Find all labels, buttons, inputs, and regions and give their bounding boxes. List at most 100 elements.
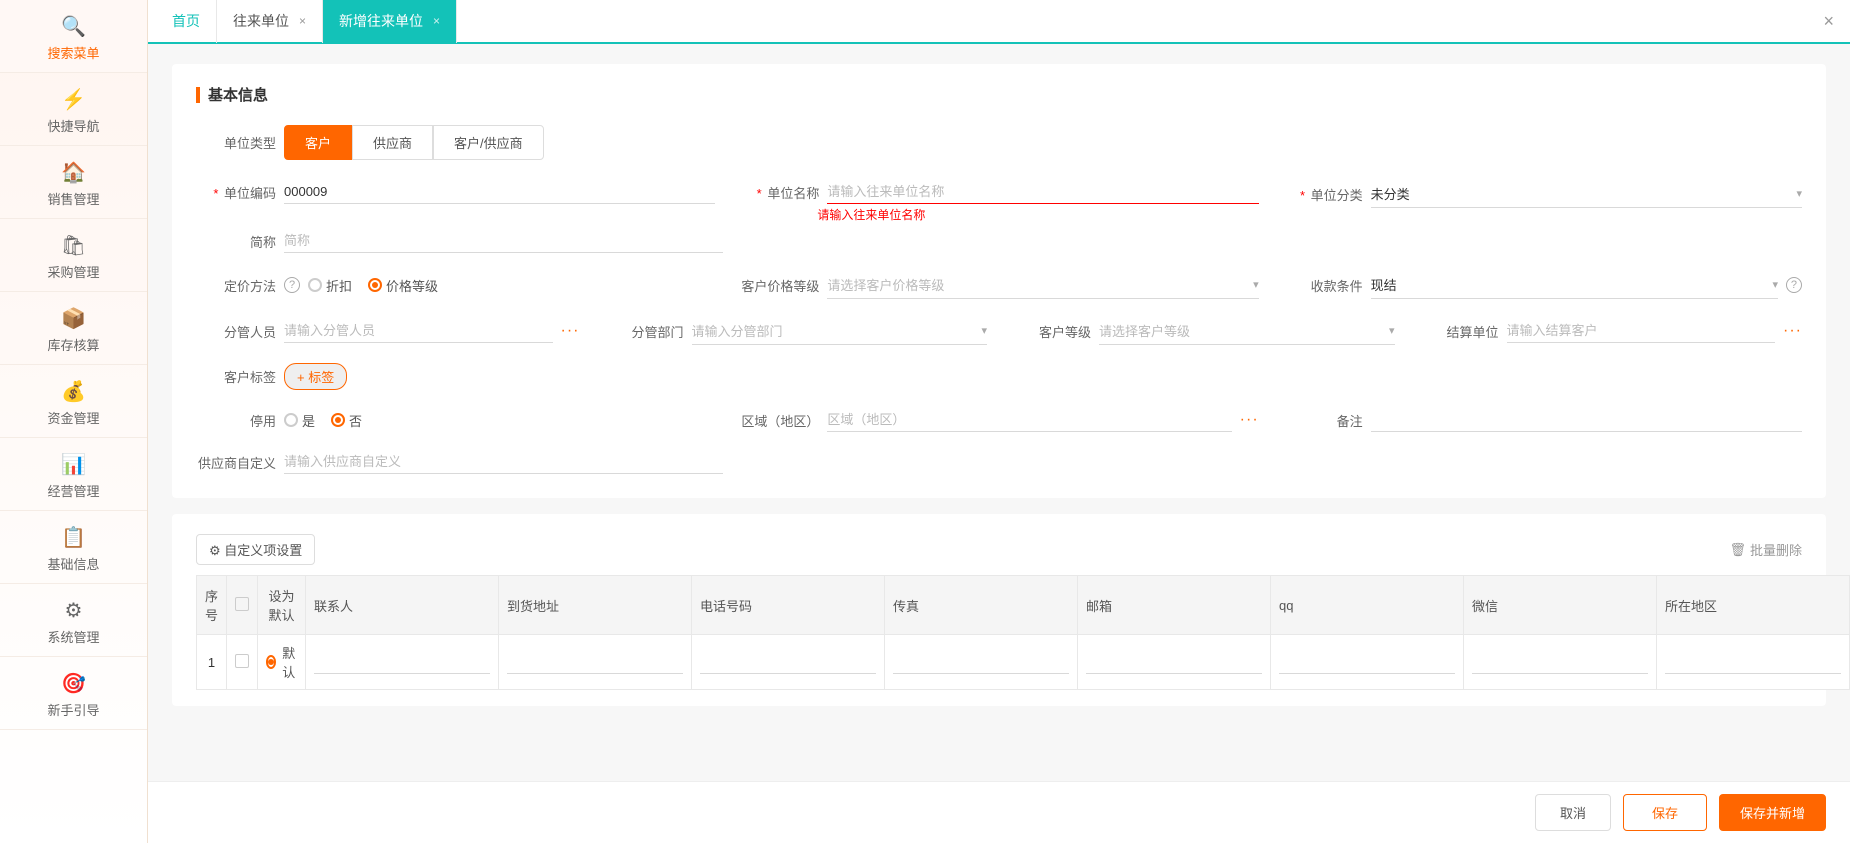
pricing-method-help-icon[interactable]: ? bbox=[284, 277, 300, 293]
supplier-custom-input[interactable] bbox=[284, 450, 723, 474]
sidebar-item-inventory[interactable]: 📦 库存核算 bbox=[0, 292, 147, 365]
batch-delete-icon: 🗑 bbox=[1729, 542, 1746, 558]
contact-input[interactable] bbox=[314, 650, 490, 674]
tab-partners-close[interactable]: × bbox=[299, 14, 306, 28]
save-button[interactable]: 保存 bbox=[1623, 794, 1707, 831]
radio-discount[interactable]: 折扣 bbox=[308, 276, 352, 295]
address-input[interactable] bbox=[507, 650, 683, 674]
region-more-button[interactable]: ··· bbox=[1240, 411, 1259, 429]
sidebar-item-system[interactable]: ⚙ 系统管理 bbox=[0, 584, 147, 657]
manager-input[interactable] bbox=[284, 319, 553, 343]
operations-icon: 📊 bbox=[61, 452, 86, 477]
chevron-down-icon-4: ▾ bbox=[981, 324, 987, 337]
tab-partners[interactable]: 往来单位 × bbox=[217, 0, 323, 43]
settlement-unit-field: 结算单位 ··· bbox=[1419, 319, 1803, 343]
sidebar-item-sales[interactable]: 🏠 销售管理 bbox=[0, 146, 147, 219]
unit-category-select[interactable]: 未分类 ▾ bbox=[1371, 180, 1802, 208]
chevron-down-icon-5: ▾ bbox=[1389, 324, 1395, 337]
unit-name-error: 请输入往来单位名称 bbox=[817, 206, 1258, 223]
radio-yes-label: 是 bbox=[302, 411, 315, 430]
payment-terms-select[interactable]: 现结 ▾ bbox=[1371, 271, 1778, 299]
col-address: 到货地址 bbox=[499, 576, 692, 635]
department-select[interactable]: 请输入分管部门 ▾ bbox=[692, 317, 988, 345]
row-checkbox[interactable] bbox=[235, 654, 249, 668]
save-and-new-button[interactable]: 保存并新增 bbox=[1719, 794, 1826, 831]
bottom-bar: 取消 保存 保存并新增 bbox=[148, 781, 1850, 843]
settlement-unit-input[interactable] bbox=[1507, 319, 1776, 343]
batch-delete-label: 批量删除 bbox=[1750, 540, 1802, 559]
unit-name-field: * 单位名称 请输入往来单位名称 bbox=[739, 180, 1258, 223]
sidebar-item-search[interactable]: 🔍 搜索菜单 bbox=[0, 0, 147, 73]
cancel-button[interactable]: 取消 bbox=[1535, 794, 1611, 831]
radio-yes[interactable]: 是 bbox=[284, 411, 315, 430]
batch-delete-button[interactable]: 🗑 批量删除 bbox=[1729, 534, 1802, 565]
sales-icon: 🏠 bbox=[61, 160, 86, 185]
payment-terms-help-icon[interactable]: ? bbox=[1786, 277, 1802, 293]
cell-email bbox=[1078, 635, 1271, 690]
row-region-input[interactable] bbox=[1665, 650, 1841, 674]
disabled-label: 停用 bbox=[196, 411, 276, 430]
unit-type-label: 单位类型 bbox=[196, 133, 276, 152]
customer-level-select[interactable]: 请选择客户等级 ▾ bbox=[1099, 317, 1395, 345]
fax-input[interactable] bbox=[893, 650, 1069, 674]
type-btn-supplier[interactable]: 供应商 bbox=[352, 125, 433, 160]
radio-discount-circle bbox=[308, 278, 322, 292]
sidebar-item-finance[interactable]: 💰 资金管理 bbox=[0, 365, 147, 438]
qq-input[interactable] bbox=[1279, 650, 1455, 674]
row-default-radio[interactable]: 默认 bbox=[266, 643, 297, 681]
customize-button[interactable]: ⚙ 自定义项设置 bbox=[196, 534, 315, 565]
cell-address bbox=[499, 635, 692, 690]
close-all-tabs-button[interactable]: × bbox=[1815, 11, 1842, 32]
department-field: 分管部门 请输入分管部门 ▾ bbox=[604, 317, 988, 345]
wechat-input[interactable] bbox=[1472, 650, 1648, 674]
tab-home-label: 首页 bbox=[172, 11, 200, 31]
search-icon: 🔍 bbox=[61, 14, 86, 39]
select-all-checkbox[interactable] bbox=[235, 597, 249, 611]
guide-icon: 🎯 bbox=[61, 671, 86, 696]
sidebar-label-guide: 新手引导 bbox=[47, 700, 99, 719]
sidebar-item-operations[interactable]: 📊 经营管理 bbox=[0, 438, 147, 511]
remark-field: 备注 bbox=[1283, 408, 1802, 432]
contact-table-section: ⚙ 自定义项设置 🗑 批量删除 序号 设为默认 联系人 到货地址 bbox=[172, 514, 1826, 706]
remark-input[interactable] bbox=[1371, 408, 1802, 432]
region-input[interactable] bbox=[827, 408, 1231, 432]
manager-more-button[interactable]: ··· bbox=[561, 322, 580, 340]
col-email: 邮箱 bbox=[1078, 576, 1271, 635]
settlement-unit-more-button[interactable]: ··· bbox=[1783, 322, 1802, 340]
table-body: 1 默认 bbox=[197, 635, 1850, 690]
email-input[interactable] bbox=[1086, 650, 1262, 674]
unit-name-input[interactable] bbox=[827, 180, 1258, 204]
col-contact: 联系人 bbox=[306, 576, 499, 635]
add-tag-button[interactable]: + 标签 bbox=[284, 363, 347, 390]
sidebar-item-purchase[interactable]: 🛍 采购管理 bbox=[0, 219, 147, 292]
phone-input[interactable] bbox=[700, 650, 876, 674]
unit-code-input[interactable] bbox=[284, 180, 715, 204]
customer-price-level-select[interactable]: 请选择客户价格等级 ▾ bbox=[827, 271, 1258, 299]
quicknav-icon: ⚡ bbox=[61, 87, 86, 112]
tab-partners-label: 往来单位 bbox=[233, 11, 289, 31]
radio-price-level-label: 价格等级 bbox=[386, 276, 438, 295]
sidebar-item-quicknav[interactable]: ⚡ 快捷导航 bbox=[0, 73, 147, 146]
payment-terms-value: 现结 bbox=[1371, 275, 1397, 294]
sidebar-item-base[interactable]: 📋 基础信息 bbox=[0, 511, 147, 584]
customer-level-placeholder: 请选择客户等级 bbox=[1099, 321, 1190, 340]
default-radio-label: 默认 bbox=[280, 643, 297, 681]
radio-price-level[interactable]: 价格等级 bbox=[368, 276, 438, 295]
tab-new-partner-close[interactable]: × bbox=[433, 14, 440, 28]
tab-home[interactable]: 首页 bbox=[156, 0, 217, 43]
customer-price-level-field: 客户价格等级 请选择客户价格等级 ▾ bbox=[739, 271, 1258, 299]
unit-code-field: * 单位编码 bbox=[196, 180, 715, 204]
customer-price-level-label: 客户价格等级 bbox=[739, 276, 819, 295]
radio-no[interactable]: 否 bbox=[331, 411, 362, 430]
sidebar-item-guide[interactable]: 🎯 新手引导 bbox=[0, 657, 147, 730]
purchase-icon: 🛍 bbox=[61, 233, 86, 258]
payment-terms-field: 收款条件 现结 ▾ ? bbox=[1283, 271, 1802, 299]
tab-new-partner[interactable]: 新增往来单位 × bbox=[323, 0, 457, 43]
short-name-input[interactable] bbox=[284, 229, 723, 253]
cell-qq bbox=[1271, 635, 1464, 690]
table-row: 1 默认 bbox=[197, 635, 1850, 690]
type-btn-both[interactable]: 客户/供应商 bbox=[433, 125, 544, 160]
customer-price-level-placeholder: 请选择客户价格等级 bbox=[827, 275, 944, 294]
col-phone: 电话号码 bbox=[692, 576, 885, 635]
type-btn-customer[interactable]: 客户 bbox=[284, 125, 352, 160]
